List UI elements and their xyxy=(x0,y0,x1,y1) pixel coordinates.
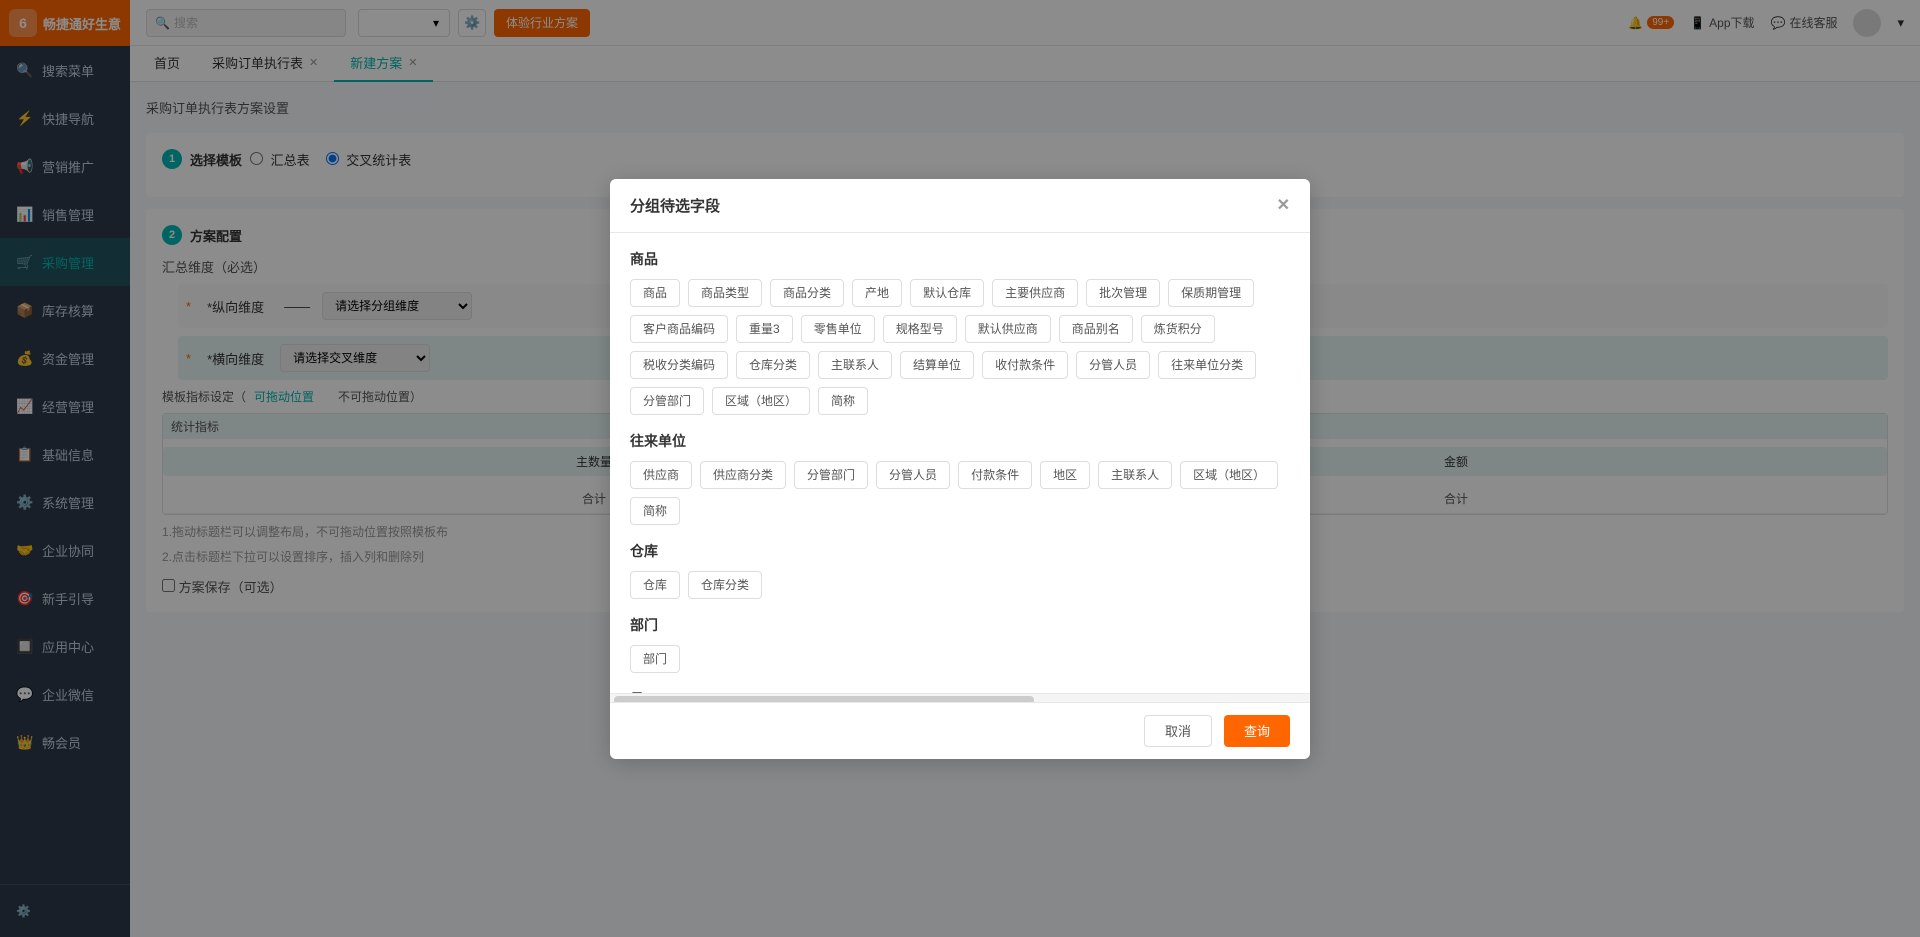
field-tag-goods-6[interactable]: 批次管理 xyxy=(1086,279,1160,307)
field-tag-goods-5[interactable]: 主要供应商 xyxy=(992,279,1078,307)
field-tag-goods-10[interactable]: 零售单位 xyxy=(801,315,875,343)
field-group-title-goods: 商品 xyxy=(630,249,1290,269)
modal-footer: 取消 查询 xyxy=(610,702,1310,759)
modal-confirm-button[interactable]: 查询 xyxy=(1224,715,1290,747)
field-tag-goods-17[interactable]: 主联系人 xyxy=(818,351,892,379)
field-tag-partner-2[interactable]: 分管部门 xyxy=(794,461,868,489)
field-tag-partner-1[interactable]: 供应商分类 xyxy=(700,461,786,489)
field-tag-partner-4[interactable]: 付款条件 xyxy=(958,461,1032,489)
field-tag-goods-8[interactable]: 客户商品编码 xyxy=(630,315,728,343)
field-tag-goods-1[interactable]: 商品类型 xyxy=(688,279,762,307)
modal-horizontal-scrollbar[interactable] xyxy=(610,693,1310,702)
field-tag-goods-15[interactable]: 税收分类编码 xyxy=(630,351,728,379)
field-group-department: 部门部门 xyxy=(630,615,1290,673)
field-tag-goods-19[interactable]: 收付款条件 xyxy=(982,351,1068,379)
scrollbar-thumb xyxy=(614,696,1034,702)
field-tags-department: 部门 xyxy=(630,645,1290,673)
modal-title: 分组待选字段 xyxy=(630,195,720,216)
field-tag-partner-0[interactable]: 供应商 xyxy=(630,461,692,489)
field-tag-goods-3[interactable]: 产地 xyxy=(852,279,902,307)
field-tag-goods-18[interactable]: 结算单位 xyxy=(900,351,974,379)
field-group-partner: 往来单位供应商供应商分类分管部门分管人员付款条件地区主联系人区域（地区） 简称 xyxy=(630,431,1290,525)
field-tags-partner: 供应商供应商分类分管部门分管人员付款条件地区主联系人区域（地区） 简称 xyxy=(630,461,1290,525)
modal-overlay: 分组待选字段 ✕ 商品商品商品类型商品分类产地默认仓库主要供应商批次管理保质期管… xyxy=(0,0,1920,937)
field-tag-goods-23[interactable]: 区域（地区） xyxy=(712,387,810,415)
field-tag-goods-14[interactable]: 炼货积分 xyxy=(1141,315,1215,343)
field-tags-goods: 商品商品类型商品分类产地默认仓库主要供应商批次管理保质期管理客户商品编码重量3 零… xyxy=(630,279,1290,415)
field-group-title-partner: 往来单位 xyxy=(630,431,1290,451)
field-tag-department-0[interactable]: 部门 xyxy=(630,645,680,673)
field-tag-partner-7[interactable]: 区域（地区） xyxy=(1180,461,1278,489)
field-tag-goods-0[interactable]: 商品 xyxy=(630,279,680,307)
field-tag-warehouse-1[interactable]: 仓库分类 xyxy=(688,571,762,599)
field-tag-goods-20[interactable]: 分管人员 xyxy=(1076,351,1150,379)
field-tag-goods-2[interactable]: 商品分类 xyxy=(770,279,844,307)
field-tag-partner-6[interactable]: 主联系人 xyxy=(1098,461,1172,489)
field-group-title-warehouse: 仓库 xyxy=(630,541,1290,561)
modal-header: 分组待选字段 ✕ xyxy=(610,179,1310,233)
field-tag-goods-11[interactable]: 规格型号 xyxy=(883,315,957,343)
field-tag-goods-22[interactable]: 分管部门 xyxy=(630,387,704,415)
field-tag-goods-9[interactable]: 重量3 xyxy=(736,315,793,343)
field-tag-goods-12[interactable]: 默认供应商 xyxy=(965,315,1051,343)
field-tag-goods-16[interactable]: 仓库分类 xyxy=(736,351,810,379)
field-group-title-department: 部门 xyxy=(630,615,1290,635)
field-group-goods: 商品商品商品类型商品分类产地默认仓库主要供应商批次管理保质期管理客户商品编码重量… xyxy=(630,249,1290,415)
modal-cancel-button[interactable]: 取消 xyxy=(1144,715,1212,747)
field-tag-partner-3[interactable]: 分管人员 xyxy=(876,461,950,489)
field-tags-warehouse: 仓库仓库分类 xyxy=(630,571,1290,599)
field-tag-goods-13[interactable]: 商品别名 xyxy=(1059,315,1133,343)
field-tag-warehouse-0[interactable]: 仓库 xyxy=(630,571,680,599)
modal-body[interactable]: 商品商品商品类型商品分类产地默认仓库主要供应商批次管理保质期管理客户商品编码重量… xyxy=(610,233,1310,693)
field-select-modal: 分组待选字段 ✕ 商品商品商品类型商品分类产地默认仓库主要供应商批次管理保质期管… xyxy=(610,179,1310,759)
field-group-warehouse: 仓库仓库仓库分类 xyxy=(630,541,1290,599)
modal-close-button[interactable]: ✕ xyxy=(1277,195,1290,215)
field-tag-goods-4[interactable]: 默认仓库 xyxy=(910,279,984,307)
field-tag-partner-5[interactable]: 地区 xyxy=(1040,461,1090,489)
field-tag-partner-8[interactable]: 简称 xyxy=(630,497,680,525)
field-tag-goods-24[interactable]: 简称 xyxy=(818,387,868,415)
field-tag-goods-7[interactable]: 保质期管理 xyxy=(1168,279,1254,307)
field-tag-goods-21[interactable]: 往来单位分类 xyxy=(1158,351,1256,379)
